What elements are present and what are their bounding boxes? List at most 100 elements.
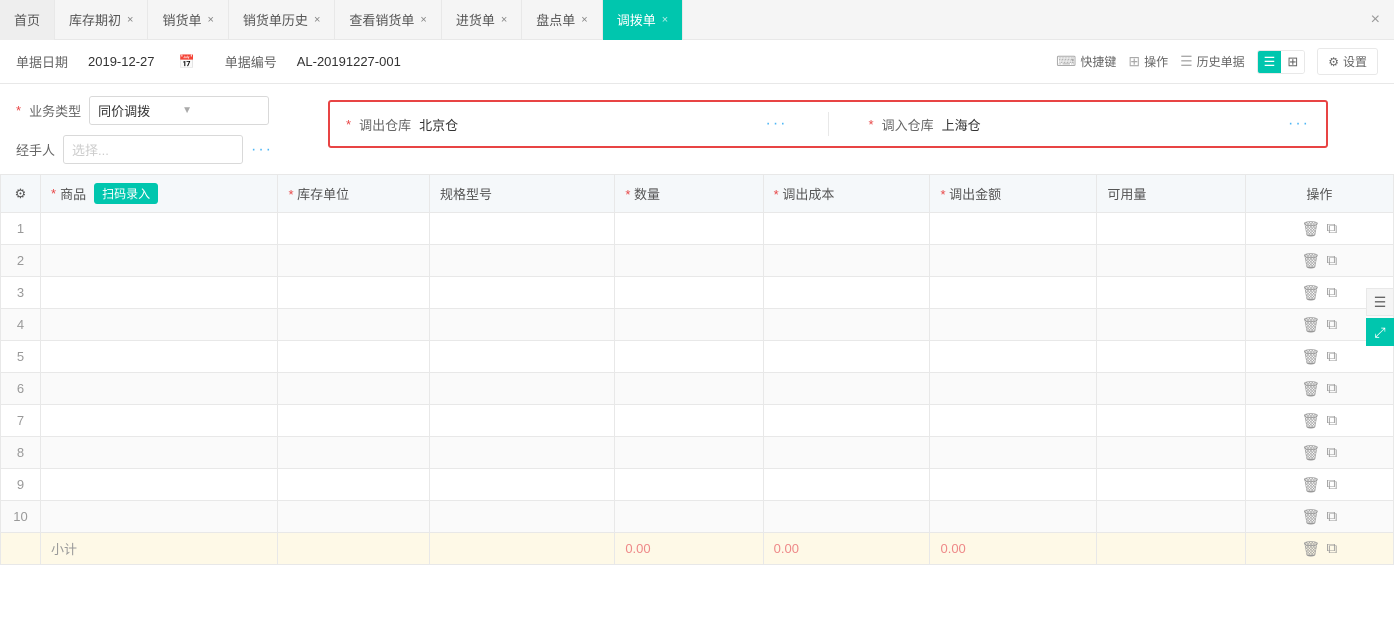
tab-sales-order[interactable]: 销货单 × bbox=[148, 0, 228, 40]
row-4-unit[interactable] bbox=[278, 309, 429, 341]
row-6-copy-icon[interactable]: ⧉ bbox=[1326, 380, 1337, 398]
row-7-delete-icon[interactable]: 🗑 bbox=[1301, 412, 1320, 430]
row-3-spec[interactable] bbox=[429, 277, 614, 309]
row-6-delete-icon[interactable]: 🗑 bbox=[1301, 380, 1320, 398]
row-8-amount[interactable] bbox=[930, 437, 1097, 469]
row-2-cost[interactable] bbox=[763, 245, 930, 277]
row-7-unit[interactable] bbox=[278, 405, 429, 437]
row-11-cost[interactable]: 0.00 bbox=[763, 533, 930, 565]
row-9-unit[interactable] bbox=[278, 469, 429, 501]
row-10-product[interactable] bbox=[41, 501, 278, 533]
row-8-spec[interactable] bbox=[429, 437, 614, 469]
row-9-available[interactable] bbox=[1097, 469, 1245, 501]
tab-view-sales-close[interactable]: × bbox=[420, 14, 426, 26]
tab-transfer-order-close[interactable]: × bbox=[662, 14, 668, 26]
row-8-copy-icon[interactable]: ⧉ bbox=[1326, 444, 1337, 462]
actions-button[interactable]: ⊞ 操作 bbox=[1128, 53, 1168, 70]
history-button[interactable]: ☰ 历史单据 bbox=[1180, 53, 1245, 70]
row-2-qty[interactable] bbox=[615, 245, 763, 277]
row-9-cost[interactable] bbox=[763, 469, 930, 501]
row-5-copy-icon[interactable]: ⧉ bbox=[1326, 348, 1337, 366]
row-5-cost[interactable] bbox=[763, 341, 930, 373]
row-4-cost[interactable] bbox=[763, 309, 930, 341]
row-10-copy-icon[interactable]: ⧉ bbox=[1326, 508, 1337, 526]
row-1-spec[interactable] bbox=[429, 213, 614, 245]
row-4-product[interactable] bbox=[41, 309, 278, 341]
row-2-copy-icon[interactable]: ⧉ bbox=[1326, 252, 1337, 270]
row-11-available[interactable] bbox=[1097, 533, 1245, 565]
row-11-amount[interactable]: 0.00 bbox=[930, 533, 1097, 565]
tab-purchase-order[interactable]: 进货单 × bbox=[442, 0, 522, 40]
row-4-spec[interactable] bbox=[429, 309, 614, 341]
row-4-qty[interactable] bbox=[615, 309, 763, 341]
row-1-product[interactable] bbox=[41, 213, 278, 245]
float-expand-button[interactable]: ⤢ bbox=[1366, 318, 1394, 346]
tab-inventory-init[interactable]: 库存期初 × bbox=[55, 0, 148, 40]
list-view-button[interactable]: ☰ bbox=[1258, 51, 1282, 73]
row-11-product[interactable]: 小计 bbox=[41, 533, 278, 565]
row-5-qty[interactable] bbox=[615, 341, 763, 373]
row-3-available[interactable] bbox=[1097, 277, 1245, 309]
row-8-available[interactable] bbox=[1097, 437, 1245, 469]
row-10-unit[interactable] bbox=[278, 501, 429, 533]
row-7-copy-icon[interactable]: ⧉ bbox=[1326, 412, 1337, 430]
warehouse-out-more-button[interactable]: ··· bbox=[766, 115, 788, 133]
row-5-available[interactable] bbox=[1097, 341, 1245, 373]
row-10-amount[interactable] bbox=[930, 501, 1097, 533]
row-5-spec[interactable] bbox=[429, 341, 614, 373]
row-9-spec[interactable] bbox=[429, 469, 614, 501]
row-5-amount[interactable] bbox=[930, 341, 1097, 373]
row-8-product[interactable] bbox=[41, 437, 278, 469]
tab-sales-history[interactable]: 销货单历史 × bbox=[229, 0, 335, 40]
shortcuts-button[interactable]: ⌨ 快捷键 bbox=[1056, 53, 1116, 70]
tab-transfer-order[interactable]: 调拨单 × bbox=[603, 0, 683, 40]
row-4-delete-icon[interactable]: 🗑 bbox=[1301, 316, 1320, 334]
row-9-product[interactable] bbox=[41, 469, 278, 501]
settings-button[interactable]: ⚙ 设置 bbox=[1317, 48, 1378, 75]
row-8-delete-icon[interactable]: 🗑 bbox=[1301, 444, 1320, 462]
row-2-unit[interactable] bbox=[278, 245, 429, 277]
row-1-amount[interactable] bbox=[930, 213, 1097, 245]
row-4-available[interactable] bbox=[1097, 309, 1245, 341]
row-7-amount[interactable] bbox=[930, 405, 1097, 437]
row-8-cost[interactable] bbox=[763, 437, 930, 469]
row-8-unit[interactable] bbox=[278, 437, 429, 469]
row-3-unit[interactable] bbox=[278, 277, 429, 309]
row-10-delete-icon[interactable]: 🗑 bbox=[1301, 508, 1320, 526]
row-2-amount[interactable] bbox=[930, 245, 1097, 277]
row-3-amount[interactable] bbox=[930, 277, 1097, 309]
row-10-spec[interactable] bbox=[429, 501, 614, 533]
row-3-copy-icon[interactable]: ⧉ bbox=[1326, 284, 1337, 302]
row-6-product[interactable] bbox=[41, 373, 278, 405]
row-6-qty[interactable] bbox=[615, 373, 763, 405]
grid-view-button[interactable]: ⊞ bbox=[1281, 51, 1304, 73]
window-close-button[interactable]: × bbox=[1357, 11, 1394, 29]
row-1-unit[interactable] bbox=[278, 213, 429, 245]
row-5-unit[interactable] bbox=[278, 341, 429, 373]
warehouse-in-more-button[interactable]: ··· bbox=[1288, 115, 1310, 133]
row-6-cost[interactable] bbox=[763, 373, 930, 405]
row-1-delete-icon[interactable]: 🗑 bbox=[1301, 220, 1320, 238]
tab-purchase-order-close[interactable]: × bbox=[501, 14, 507, 26]
tab-inventory-check-close[interactable]: × bbox=[581, 14, 587, 26]
tab-inventory-check[interactable]: 盘点单 × bbox=[522, 0, 602, 40]
row-5-delete-icon[interactable]: 🗑 bbox=[1301, 348, 1320, 366]
row-2-available[interactable] bbox=[1097, 245, 1245, 277]
row-9-amount[interactable] bbox=[930, 469, 1097, 501]
tab-view-sales[interactable]: 查看销货单 × bbox=[335, 0, 441, 40]
row-8-qty[interactable] bbox=[615, 437, 763, 469]
row-3-product[interactable] bbox=[41, 277, 278, 309]
row-5-product[interactable] bbox=[41, 341, 278, 373]
row-11-qty[interactable]: 0.00 bbox=[615, 533, 763, 565]
row-2-spec[interactable] bbox=[429, 245, 614, 277]
row-6-spec[interactable] bbox=[429, 373, 614, 405]
row-7-available[interactable] bbox=[1097, 405, 1245, 437]
row-1-available[interactable] bbox=[1097, 213, 1245, 245]
row-11-copy-icon[interactable]: ⧉ bbox=[1326, 540, 1337, 558]
row-2-delete-icon[interactable]: 🗑 bbox=[1301, 252, 1320, 270]
tab-home[interactable]: 首页 bbox=[0, 0, 55, 40]
agent-input[interactable]: 选择... bbox=[63, 135, 243, 164]
row-6-unit[interactable] bbox=[278, 373, 429, 405]
row-3-cost[interactable] bbox=[763, 277, 930, 309]
row-11-spec[interactable] bbox=[429, 533, 614, 565]
